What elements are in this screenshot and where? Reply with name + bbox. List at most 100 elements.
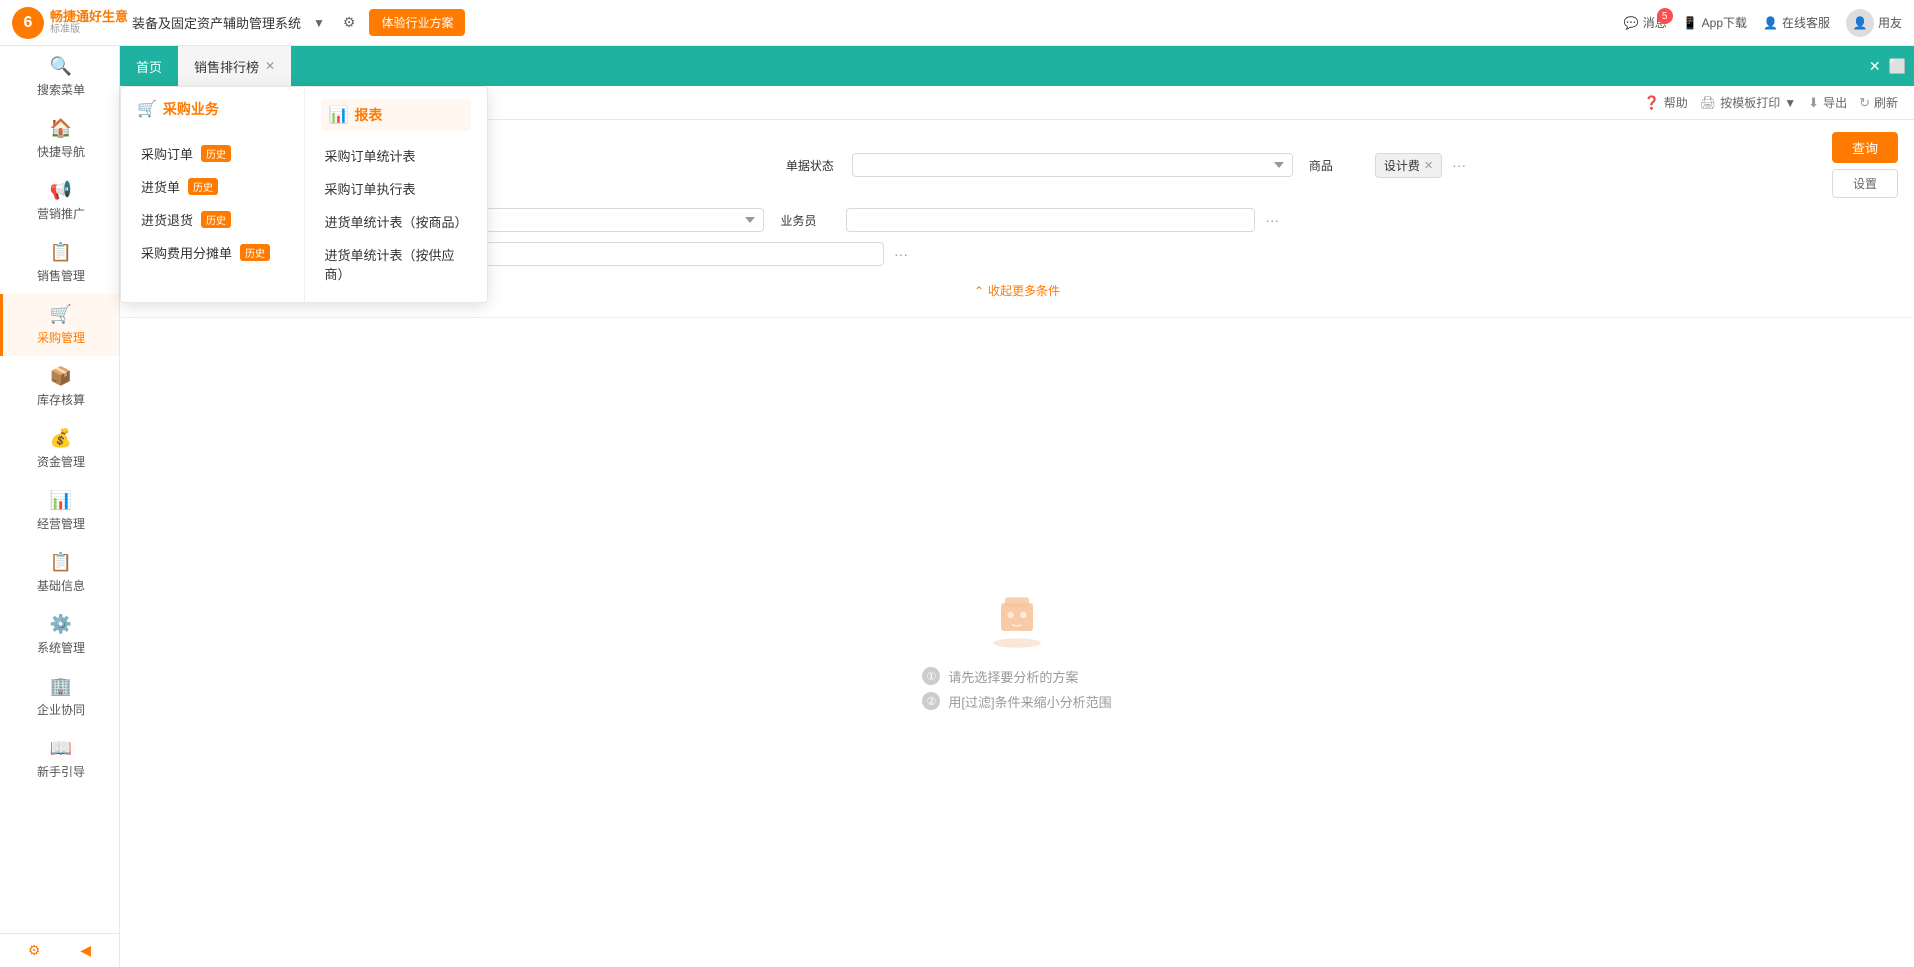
goods-tag: 设计费 ✕ bbox=[1375, 153, 1442, 178]
message-icon: 💬 bbox=[1624, 16, 1639, 30]
print-button[interactable]: 🖨 按模板打印 ▼ bbox=[1700, 94, 1796, 111]
online-service-label: 在线客服 bbox=[1782, 14, 1830, 31]
purchase-order-label: 采购订单 bbox=[141, 144, 193, 163]
sidebar-settings-button[interactable]: ⚙ bbox=[28, 942, 41, 959]
app-download-button[interactable]: 📱 App下载 bbox=[1683, 14, 1747, 31]
goods-label: 商品 bbox=[1309, 157, 1369, 174]
sidebar-item-purchase-label: 采购管理 bbox=[37, 329, 85, 346]
sidebar-collapse-button[interactable]: ◀ bbox=[80, 942, 91, 959]
refresh-button[interactable]: ↻ 刷新 bbox=[1859, 94, 1898, 111]
system-title: 装备及固定资产辅助管理系统 bbox=[132, 13, 301, 32]
sidebar-bottom: ⚙ ◀ bbox=[0, 933, 119, 967]
sidebar-item-sales[interactable]: 📋 销售管理 bbox=[0, 232, 119, 294]
goods-tag-close[interactable]: ✕ bbox=[1424, 159, 1433, 172]
history-badge-1: 历史 bbox=[188, 178, 218, 195]
sidebar-item-quick-nav[interactable]: 🏠 快捷导航 bbox=[0, 108, 119, 170]
sidebar-item-search[interactable]: 🔍 搜索菜单 bbox=[0, 46, 119, 108]
purchase-expense-label: 采购费用分摊单 bbox=[141, 243, 232, 262]
status-select[interactable] bbox=[852, 153, 1293, 177]
sidebar-item-marketing[interactable]: 📢 营销推广 bbox=[0, 170, 119, 232]
empty-tips: ① 请先选择要分析的方案 ② 用[过滤]条件来缩小分析范围 bbox=[922, 667, 1111, 711]
top-header: 6 畅捷通好生意 标准版 装备及固定资产辅助管理系统 ▼ ⚙ 体验行业方案 💬 … bbox=[0, 0, 1914, 46]
industry-button[interactable]: 体验行业方案 bbox=[369, 9, 465, 36]
report-receive-by-goods-item[interactable]: 进货单统计表（按商品） bbox=[321, 205, 472, 238]
sidebar-item-quick-nav-label: 快捷导航 bbox=[37, 143, 85, 160]
system-dropdown-button[interactable]: ▼ bbox=[309, 14, 329, 32]
tab-sales-rank-label: 销售排行榜 bbox=[194, 57, 259, 76]
sidebar-item-system[interactable]: ⚙️ 系统管理 bbox=[0, 604, 119, 666]
sidebar-item-sales-label: 销售管理 bbox=[37, 267, 85, 284]
reports-section-title: 报表 bbox=[354, 105, 382, 125]
tab-close-icon[interactable]: ✕ bbox=[265, 59, 275, 73]
purchase-return-item[interactable]: 进货退货 历史 bbox=[137, 203, 288, 236]
system-settings-button[interactable]: ⚙ bbox=[337, 12, 362, 33]
report-po-stats-item[interactable]: 采购订单统计表 bbox=[321, 139, 472, 172]
query-button[interactable]: 查询 bbox=[1832, 132, 1898, 163]
tab-home[interactable]: 首页 bbox=[120, 46, 178, 86]
purchase-receive-label: 进货单 bbox=[141, 177, 180, 196]
message-badge: 5 bbox=[1657, 8, 1673, 24]
header-center: 装备及固定资产辅助管理系统 ▼ ⚙ 体验行业方案 bbox=[132, 9, 1624, 36]
purchase-section-icon: 🛒 bbox=[137, 99, 157, 119]
dropdown-reports-header: 📊 报表 bbox=[321, 99, 472, 131]
collapse-button[interactable]: ⌃ 收起更多条件 bbox=[968, 276, 1066, 305]
sidebar-item-finance[interactable]: 💰 资金管理 bbox=[0, 418, 119, 480]
purchase-order-item[interactable]: 采购订单 历史 bbox=[137, 137, 288, 170]
dropdown-purchase-col: 🛒 采购业务 采购订单 历史 进货单 历史 进货退货 历史 采购费用分摊单 历史 bbox=[121, 87, 305, 302]
salesman-filter: 业务员 ··· bbox=[780, 208, 1283, 232]
print-dropdown-icon[interactable]: ▼ bbox=[1784, 96, 1796, 110]
goods-ellipsis-button[interactable]: ··· bbox=[1448, 157, 1470, 173]
sidebar-item-enterprise-label: 企业协同 bbox=[37, 701, 85, 718]
inventory-icon: 📦 bbox=[50, 366, 72, 387]
salesman-ellipsis-button[interactable]: ··· bbox=[1261, 212, 1283, 228]
tip-num-1: ① bbox=[922, 667, 940, 685]
collapse-label: 收起更多条件 bbox=[988, 282, 1060, 299]
logo-main-text: 畅捷通好生意 bbox=[50, 9, 128, 25]
tab-maximize-button[interactable]: ⬜ bbox=[1889, 58, 1906, 75]
print-label: 按模板打印 bbox=[1720, 94, 1780, 111]
tab-close-button[interactable]: ✕ bbox=[1869, 58, 1881, 75]
report-receive-by-supplier-item[interactable]: 进货单统计表（按供应商） bbox=[321, 238, 472, 290]
marketing-icon: 📢 bbox=[50, 180, 72, 201]
status-filter: 单据状态 bbox=[786, 153, 1293, 177]
dropdown-reports-col: 📊 报表 采购订单统计表 采购订单执行表 进货单统计表（按商品） 进货单统计表（… bbox=[305, 87, 488, 302]
report-receive-by-goods-label: 进货单统计表（按商品） bbox=[325, 212, 468, 231]
empty-illustration bbox=[977, 575, 1057, 655]
history-badge-0: 历史 bbox=[201, 145, 231, 162]
goods-filter: 商品 设计费 ✕ ··· bbox=[1309, 153, 1816, 178]
online-service-button[interactable]: 👤 在线客服 bbox=[1763, 14, 1830, 31]
salesman-label: 业务员 bbox=[780, 212, 840, 229]
purchase-icon: 🛒 bbox=[50, 304, 72, 325]
action-buttons: 查询 设置 bbox=[1832, 132, 1898, 198]
sidebar-item-inventory[interactable]: 📦 库存核算 bbox=[0, 356, 119, 418]
sidebar-item-new-guide[interactable]: 📖 新手引导 bbox=[0, 728, 119, 790]
sidebar-item-operations[interactable]: 📊 经营管理 bbox=[0, 480, 119, 542]
user-button[interactable]: 👤 用友 bbox=[1846, 9, 1902, 37]
sidebar-item-enterprise[interactable]: 🏢 企业协同 bbox=[0, 666, 119, 728]
settings-small-button[interactable]: 设置 bbox=[1832, 169, 1898, 198]
tip-text-1: 请先选择要分析的方案 bbox=[948, 667, 1078, 686]
empty-state: ① 请先选择要分析的方案 ② 用[过滤]条件来缩小分析范围 bbox=[120, 318, 1914, 967]
export-button[interactable]: ⬇ 导出 bbox=[1808, 94, 1847, 111]
header-right: 💬 消息 5 📱 App下载 👤 在线客服 👤 用友 bbox=[1624, 9, 1902, 37]
refresh-icon: ↻ bbox=[1859, 95, 1870, 111]
message-button[interactable]: 💬 消息 5 bbox=[1624, 14, 1667, 31]
sidebar-item-basic-info-label: 基础信息 bbox=[37, 577, 85, 594]
tip-text-2: 用[过滤]条件来缩小分析范围 bbox=[948, 692, 1111, 711]
help-button[interactable]: ❓ 帮助 bbox=[1644, 94, 1688, 111]
sidebar-item-finance-label: 资金管理 bbox=[37, 453, 85, 470]
sidebar-item-basic-info[interactable]: 📋 基础信息 bbox=[0, 542, 119, 604]
customer-ellipsis-button[interactable]: ··· bbox=[890, 246, 912, 262]
report-po-exec-item[interactable]: 采购订单执行表 bbox=[321, 172, 472, 205]
sidebar: 🔍 搜索菜单 🏠 快捷导航 📢 营销推广 📋 销售管理 🛒 采购管理 📦 库存核… bbox=[0, 46, 120, 967]
finance-icon: 💰 bbox=[50, 428, 72, 449]
sidebar-item-purchase[interactable]: 🛒 采购管理 bbox=[0, 294, 119, 356]
purchase-section-title: 采购业务 bbox=[163, 99, 219, 119]
purchase-receive-item[interactable]: 进货单 历史 bbox=[137, 170, 288, 203]
history-badge-2: 历史 bbox=[201, 211, 231, 228]
tab-sales-rank[interactable]: 销售排行榜 ✕ bbox=[178, 46, 291, 86]
sidebar-item-search-label: 搜索菜单 bbox=[37, 81, 85, 98]
purchase-expense-item[interactable]: 采购费用分摊单 历史 bbox=[137, 236, 288, 269]
logo-sub-text: 标准版 bbox=[50, 24, 128, 36]
salesman-input[interactable] bbox=[846, 208, 1255, 232]
